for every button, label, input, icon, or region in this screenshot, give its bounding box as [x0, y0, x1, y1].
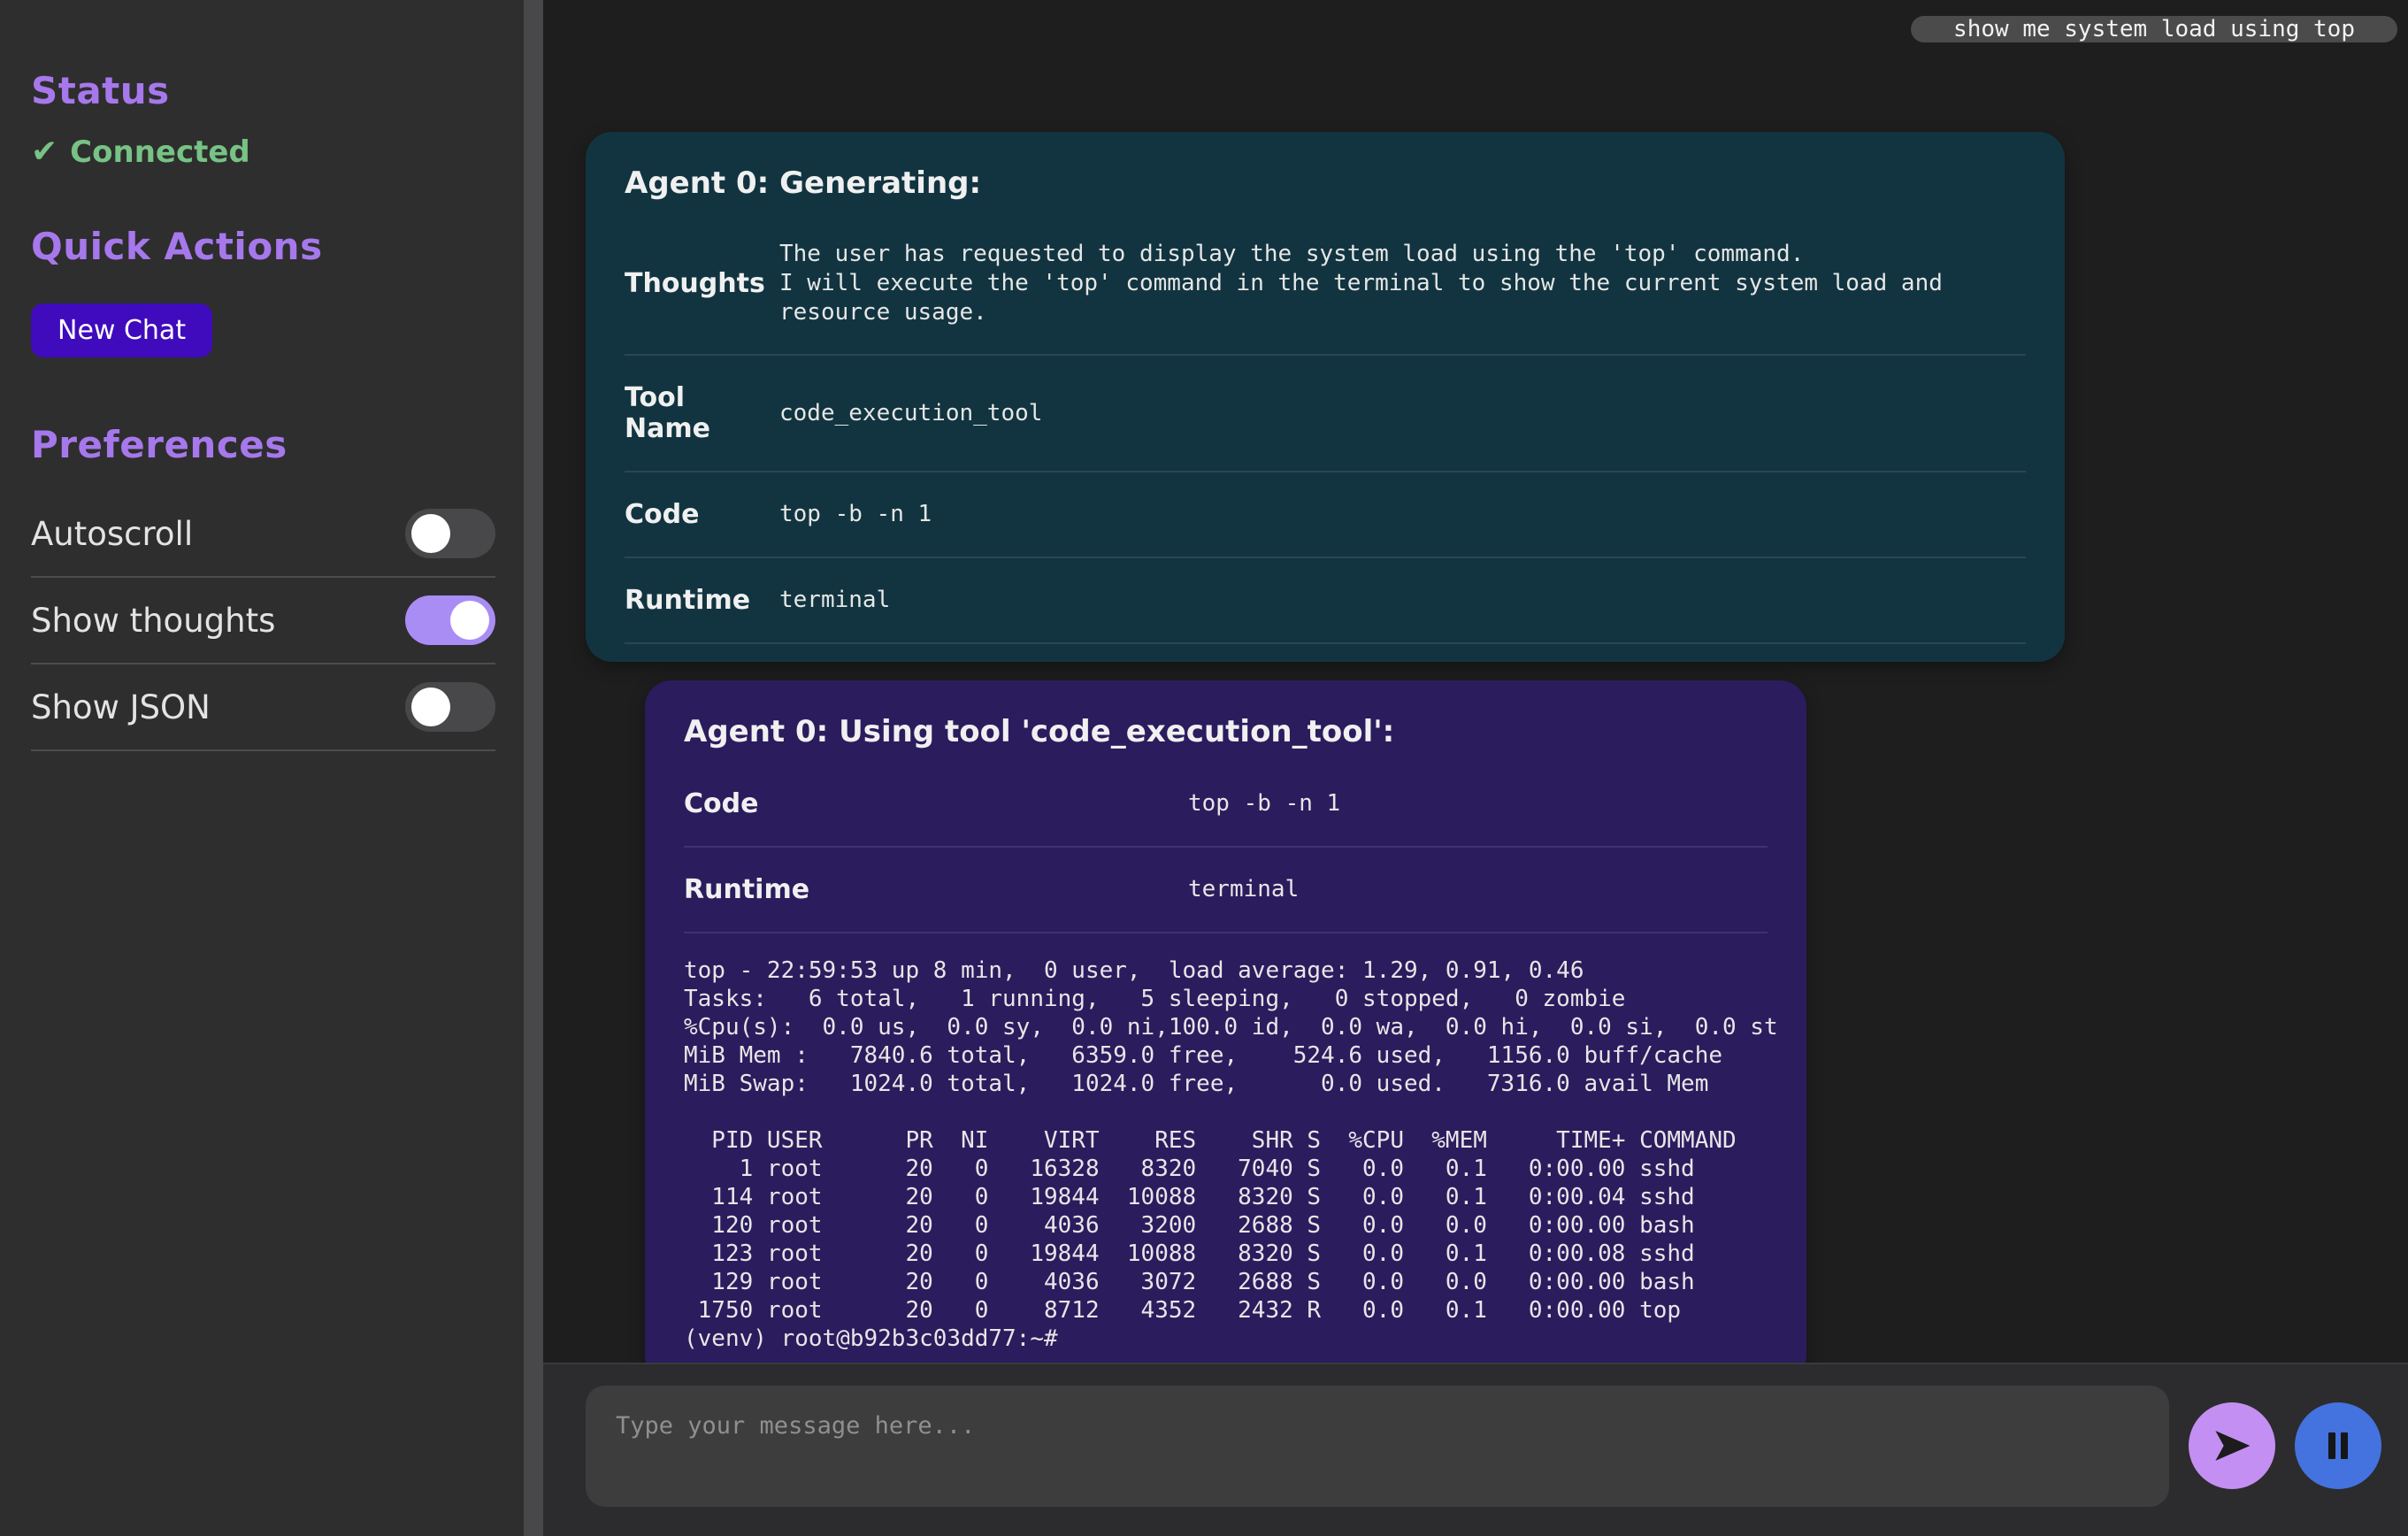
- autoscroll-toggle[interactable]: [405, 509, 495, 558]
- new-chat-button[interactable]: New Chat: [31, 303, 213, 357]
- tool-name-row: Tool Name code_execution_tool: [625, 356, 2026, 472]
- code-label: Code: [625, 499, 700, 530]
- user-message-bubble: show me system load using top: [1911, 16, 2397, 42]
- pause-icon: [2328, 1432, 2348, 1459]
- send-icon: [2215, 1431, 2251, 1461]
- toggle-knob: [411, 514, 450, 553]
- thoughts-label: Thoughts: [625, 268, 765, 299]
- chat-main: show me system load using top Agent 0: G…: [543, 0, 2408, 1536]
- tool-name-label: Tool Name: [625, 382, 710, 444]
- show-json-toggle[interactable]: [405, 682, 495, 732]
- message-input[interactable]: [586, 1385, 2169, 1507]
- sidebar-scrollbar[interactable]: [524, 0, 543, 1536]
- runtime-value: terminal: [1188, 876, 1300, 902]
- connection-status: ✔ Connected: [31, 134, 495, 170]
- code-label: Code: [684, 788, 759, 819]
- sidebar: Status ✔ Connected Quick Actions New Cha…: [0, 0, 524, 1536]
- code-row: Code top -b -n 1: [684, 762, 1768, 848]
- pref-row-autoscroll: Autoscroll: [31, 491, 495, 578]
- connection-status-label: Connected: [70, 134, 250, 170]
- autoscroll-label: Autoscroll: [31, 514, 194, 553]
- quick-actions-heading: Quick Actions: [31, 225, 323, 268]
- tool-name-value: code_execution_tool: [779, 399, 1043, 426]
- runtime-row: Runtime terminal: [684, 848, 1768, 933]
- pref-row-show-thoughts: Show thoughts: [31, 578, 495, 664]
- tool-use-title: Agent 0: Using tool 'code_execution_tool…: [684, 714, 1395, 749]
- show-thoughts-toggle[interactable]: [405, 595, 495, 645]
- user-message-text: show me system load using top: [1953, 16, 2355, 42]
- thoughts-row: Thoughts The user has requested to displ…: [625, 213, 2026, 356]
- preferences-heading: Preferences: [31, 423, 288, 466]
- composer-bar: [543, 1363, 2408, 1536]
- runtime-value: terminal: [779, 587, 891, 613]
- terminal-output: top - 22:59:53 up 8 min, 0 user, load av…: [684, 957, 1778, 1352]
- code-value: top -b -n 1: [779, 501, 932, 527]
- tool-use-panel: Agent 0: Using tool 'code_execution_tool…: [645, 680, 1806, 1363]
- toggle-knob: [450, 601, 489, 640]
- runtime-row: Runtime terminal: [625, 558, 2026, 644]
- runtime-label: Runtime: [684, 874, 810, 905]
- show-json-label: Show JSON: [31, 687, 211, 726]
- send-button[interactable]: [2189, 1402, 2275, 1489]
- pause-button[interactable]: [2295, 1402, 2381, 1489]
- code-value: top -b -n 1: [1188, 790, 1341, 817]
- show-thoughts-label: Show thoughts: [31, 601, 276, 640]
- pref-row-show-json: Show JSON: [31, 664, 495, 751]
- runtime-label: Runtime: [625, 585, 751, 616]
- check-icon: ✔: [31, 134, 58, 170]
- agent-generating-panel: Agent 0: Generating: Thoughts The user h…: [586, 132, 2065, 662]
- code-row: Code top -b -n 1: [625, 472, 2026, 558]
- toggle-knob: [411, 687, 450, 726]
- status-heading: Status: [31, 69, 170, 112]
- message-list: show me system load using top Agent 0: G…: [543, 0, 2408, 1363]
- thoughts-value: The user has requested to display the sy…: [779, 241, 1943, 326]
- agent-generating-title: Agent 0: Generating:: [625, 165, 982, 201]
